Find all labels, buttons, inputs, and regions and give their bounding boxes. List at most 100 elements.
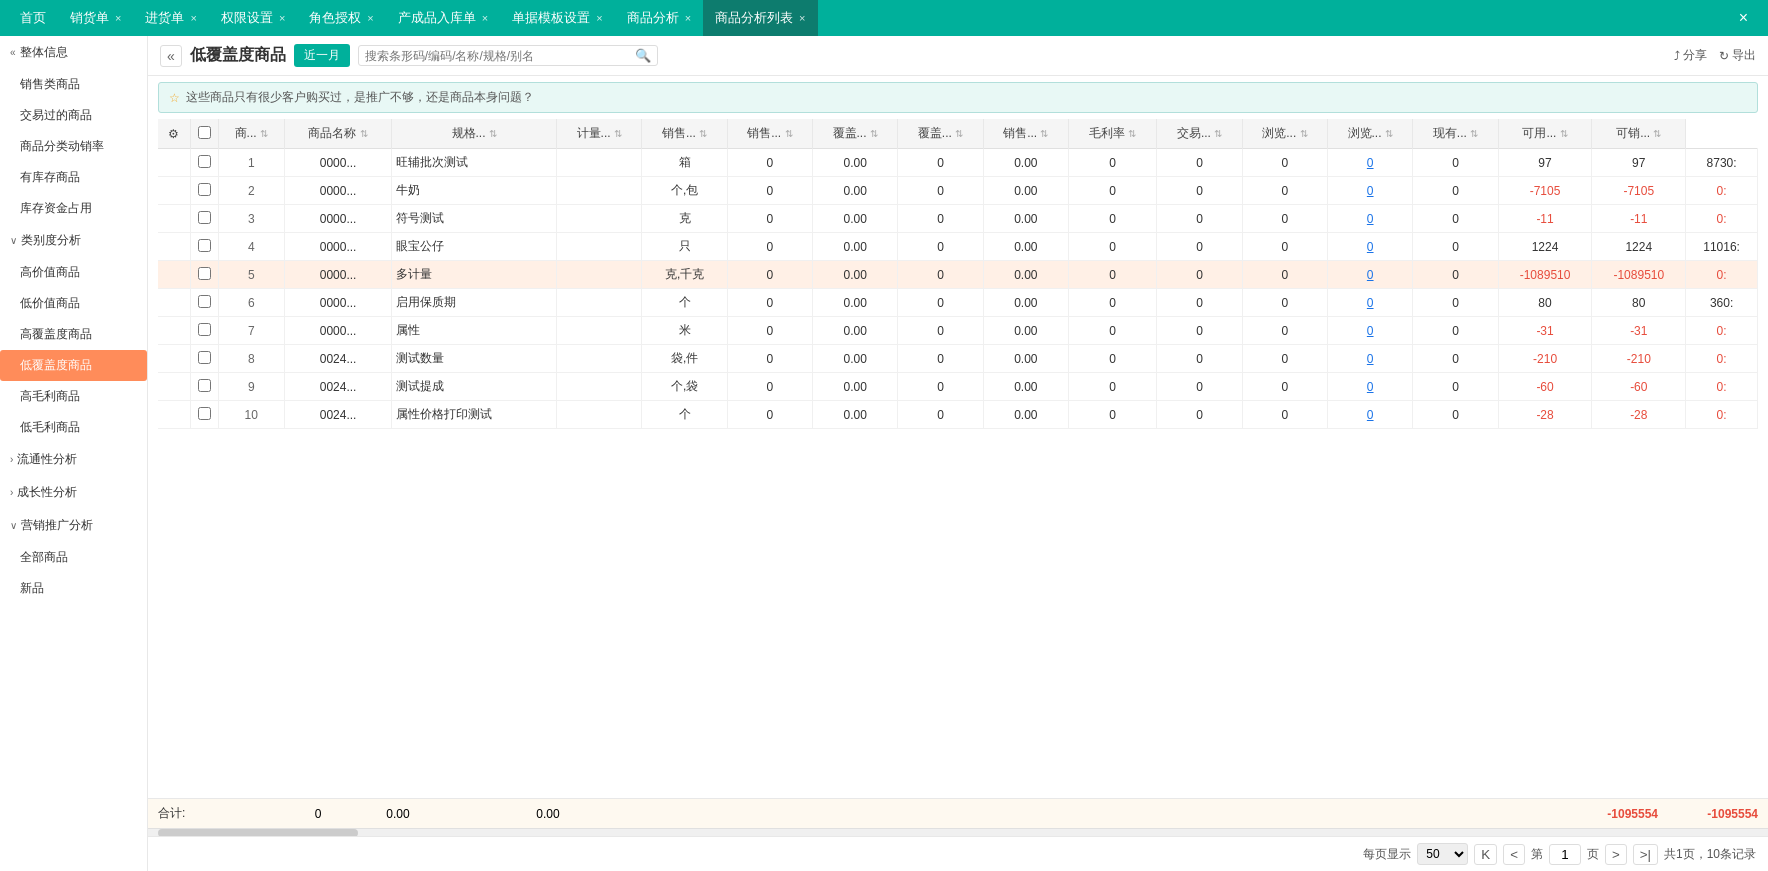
row-checkbox-cell[interactable] [190, 345, 218, 373]
col-current-header[interactable]: 现有... ⇅ [1413, 119, 1498, 149]
next-page-button[interactable]: > [1605, 844, 1627, 865]
sidebar-section-growth[interactable]: › 成长性分析 [0, 476, 147, 509]
col-cover2-header[interactable]: 覆盖... ⇅ [898, 119, 983, 149]
window-close-button[interactable]: × [1727, 0, 1760, 36]
page-label: 第 [1531, 846, 1543, 863]
row-code-cell: 0000... [284, 149, 391, 177]
col-saleable-header[interactable]: 可销... ⇅ [1592, 119, 1686, 149]
col-cover1-header[interactable]: 覆盖... ⇅ [813, 119, 898, 149]
sidebar-item-sales-goods[interactable]: 销售类商品 [0, 69, 147, 100]
page-number-input[interactable] [1549, 844, 1581, 865]
col-code-header[interactable]: 商... ⇅ [218, 119, 284, 149]
col-sales3-header[interactable]: 销售... ⇅ [983, 119, 1068, 149]
col-browse1-header[interactable]: 浏览... ⇅ [1242, 119, 1327, 149]
col-sales-qty-header[interactable]: 销售... ⇅ [642, 119, 727, 149]
sidebar-item-traded-goods[interactable]: 交易过的商品 [0, 100, 147, 131]
col-sales-amt-header[interactable]: 销售... ⇅ [727, 119, 812, 149]
collapse-sidebar-button[interactable]: « [160, 45, 182, 67]
row-checkbox-cell[interactable] [190, 233, 218, 261]
content-header: « 低覆盖度商品 近一月 🔍 ⤴ 分享 ↻ 导出 [148, 36, 1768, 76]
row-saleable-cell: 0: [1686, 177, 1758, 205]
sidebar-item-category-rate[interactable]: 商品分类动销率 [0, 131, 147, 162]
close-purchase-order-icon[interactable]: × [190, 12, 196, 24]
close-sales-order-icon[interactable]: × [115, 12, 121, 24]
sidebar-section-liquidity[interactable]: › 流通性分析 [0, 443, 147, 476]
row-cover2-cell: 0.00 [983, 373, 1068, 401]
per-page-select[interactable]: 50 100 200 [1417, 843, 1468, 865]
sidebar-item-in-stock[interactable]: 有库存商品 [0, 162, 147, 193]
select-all-checkbox[interactable] [198, 126, 211, 139]
first-page-button[interactable]: K [1474, 844, 1497, 865]
row-name-cell: 旺辅批次测试 [392, 149, 557, 177]
col-spec-header[interactable]: 规格... ⇅ [392, 119, 557, 149]
row-checkbox-cell[interactable] [190, 317, 218, 345]
col-settings-header[interactable]: ⚙ [158, 119, 190, 149]
close-product-analysis-icon[interactable]: × [685, 12, 691, 24]
export-button[interactable]: ↻ 导出 [1719, 47, 1756, 64]
sidebar-item-high-coverage[interactable]: 高覆盖度商品 [0, 319, 147, 350]
col-name-header[interactable]: 商品名称 ⇅ [284, 119, 391, 149]
row-saleable-cell: 0: [1686, 261, 1758, 289]
close-analysis-list-icon[interactable]: × [799, 12, 805, 24]
nav-product-analysis-list[interactable]: 商品分析列表 × [703, 0, 817, 36]
row-trade-cell: 0 [1242, 149, 1327, 177]
sidebar-item-capital-usage[interactable]: 库存资金占用 [0, 193, 147, 224]
row-browse1-cell: 0 [1328, 401, 1413, 429]
row-spec-cell [557, 261, 642, 289]
row-cover2-cell: 0.00 [983, 205, 1068, 233]
col-available-header[interactable]: 可用... ⇅ [1498, 119, 1592, 149]
nav-sales-order[interactable]: 销货单 × [58, 0, 133, 36]
row-cover1-cell: 0 [898, 317, 983, 345]
search-box[interactable]: 🔍 [358, 45, 658, 66]
nav-template-settings[interactable]: 单据模板设置 × [500, 0, 614, 36]
row-spec-cell [557, 317, 642, 345]
col-unit-header[interactable]: 计量... ⇅ [557, 119, 642, 149]
sidebar-item-low-coverage[interactable]: 低覆盖度商品 [0, 350, 147, 381]
row-sales-qty-cell: 0 [727, 261, 812, 289]
nav-permissions[interactable]: 权限设置 × [209, 0, 297, 36]
sidebar-item-low-margin[interactable]: 低毛利商品 [0, 412, 147, 443]
sidebar-item-all-goods[interactable]: 全部商品 [0, 542, 147, 573]
col-browse2-header[interactable]: 浏览... ⇅ [1328, 119, 1413, 149]
close-permissions-icon[interactable]: × [279, 12, 285, 24]
share-button[interactable]: ⤴ 分享 [1674, 47, 1707, 64]
collapse-sidebar-icon[interactable]: « [10, 47, 16, 58]
data-table-wrapper[interactable]: ⚙ 商... ⇅ 商品名称 ⇅ 规格... ⇅ 计量... ⇅ 销售... ⇅ … [148, 119, 1768, 798]
row-checkbox-cell[interactable] [190, 373, 218, 401]
row-browse1-cell: 0 [1328, 149, 1413, 177]
nav-purchase-order[interactable]: 进货单 × [133, 0, 208, 36]
col-checkbox-header[interactable] [190, 119, 218, 149]
last-page-button[interactable]: >| [1633, 844, 1658, 865]
sidebar-item-high-margin[interactable]: 高毛利商品 [0, 381, 147, 412]
nav-product-analysis[interactable]: 商品分析 × [615, 0, 703, 36]
sidebar-section-overall[interactable]: « 整体信息 [0, 36, 147, 69]
nav-product-stock[interactable]: 产成品入库单 × [386, 0, 500, 36]
sidebar-section-marketing[interactable]: ∨ 营销推广分析 [0, 509, 147, 542]
row-checkbox-cell[interactable] [190, 149, 218, 177]
filter-recent-month-button[interactable]: 近一月 [294, 44, 350, 67]
row-cover1-cell: 0 [898, 289, 983, 317]
row-spec-cell [557, 177, 642, 205]
row-checkbox-cell[interactable] [190, 205, 218, 233]
row-checkbox-cell[interactable] [190, 289, 218, 317]
sidebar-item-low-value[interactable]: 低价值商品 [0, 288, 147, 319]
row-checkbox-cell[interactable] [190, 261, 218, 289]
row-checkbox-cell[interactable] [190, 401, 218, 429]
close-template-icon[interactable]: × [596, 12, 602, 24]
search-input[interactable] [365, 49, 635, 63]
prev-page-button[interactable]: < [1503, 844, 1525, 865]
row-name-cell: 多计量 [392, 261, 557, 289]
sidebar-item-new-goods[interactable]: 新品 [0, 573, 147, 604]
sidebar-item-high-value[interactable]: 高价值商品 [0, 257, 147, 288]
row-checkbox-cell[interactable] [190, 177, 218, 205]
nav-home[interactable]: 首页 [8, 0, 58, 36]
close-product-stock-icon[interactable]: × [482, 12, 488, 24]
sidebar-section-category[interactable]: ∨ 类别度分析 [0, 224, 147, 257]
col-trade-header[interactable]: 交易... ⇅ [1157, 119, 1242, 149]
nav-role-auth[interactable]: 角色授权 × [297, 0, 385, 36]
horizontal-scrollbar[interactable] [148, 828, 1768, 836]
col-gross-rate-header[interactable]: 毛利率 ⇅ [1068, 119, 1156, 149]
row-browse1-cell: 0 [1328, 373, 1413, 401]
info-icon: ☆ [169, 91, 180, 105]
close-role-auth-icon[interactable]: × [367, 12, 373, 24]
